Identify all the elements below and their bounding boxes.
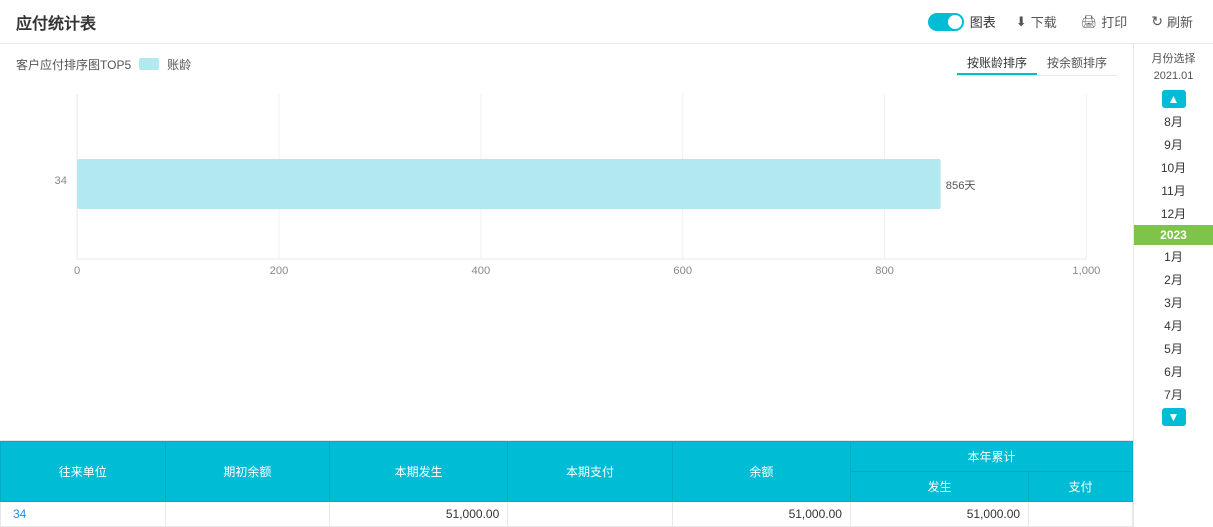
- print-button[interactable]: 打印: [1077, 10, 1132, 33]
- sort-by-age-button[interactable]: 按账龄排序: [957, 52, 1037, 75]
- month-item-12[interactable]: 12月: [1134, 202, 1213, 225]
- th-col3: 本期发生: [330, 442, 508, 502]
- page-title: 应付统计表: [16, 10, 96, 34]
- svg-text:34: 34: [55, 175, 67, 187]
- header: 应付统计表 图表 下载 打印 刷新: [0, 0, 1213, 44]
- bar-chart: 0 200 400 600 800 1,000 34: [16, 84, 1117, 304]
- legend-label: 客户应付排序图TOP5: [16, 56, 131, 73]
- cell-col6a: 51,000.00: [850, 502, 1028, 527]
- row-link[interactable]: 34: [13, 507, 26, 521]
- month-item-3[interactable]: 3月: [1134, 291, 1213, 314]
- content-area: 客户应付排序图TOP5 账龄 按账龄排序 按余额排序: [0, 44, 1213, 527]
- right-sidebar: 月份选择 2021.01 ▲ 8月 9月 10月 11月 12月 2023 1月…: [1133, 44, 1213, 527]
- svg-text:0: 0: [74, 265, 80, 277]
- cell-col4: [508, 502, 673, 527]
- month-item-1[interactable]: 1月: [1134, 245, 1213, 268]
- month-item-6[interactable]: 6月: [1134, 360, 1213, 383]
- month-item-year-2023[interactable]: 2023: [1134, 225, 1213, 245]
- svg-text:400: 400: [472, 265, 491, 277]
- svg-text:800: 800: [875, 265, 894, 277]
- download-label: 下载: [1031, 12, 1057, 31]
- table-area: 往来单位 期初余额 本期发生 本期支付 余额 本年累计 发生 支付: [0, 440, 1133, 527]
- legend-box: [139, 58, 159, 70]
- svg-text:200: 200: [270, 265, 289, 277]
- month-item-7[interactable]: 7月: [1134, 383, 1213, 406]
- th-col5: 余额: [672, 442, 850, 502]
- month-item-2[interactable]: 2月: [1134, 268, 1213, 291]
- chart-legend: 客户应付排序图TOP5 账龄: [16, 56, 191, 73]
- th-col1: 往来单位: [1, 442, 166, 502]
- sidebar-current-date: 2021.01: [1154, 70, 1194, 82]
- cell-col1: 34: [1, 502, 166, 527]
- data-table: 往来单位 期初余额 本期发生 本期支付 余额 本年累计 发生 支付: [0, 441, 1133, 527]
- table-row: 34 51,000.00 51,000.00 51,000.00: [1, 502, 1133, 527]
- refresh-label: 刷新: [1167, 12, 1193, 31]
- sort-by-balance-button[interactable]: 按余额排序: [1037, 52, 1117, 75]
- th-col4: 本期支付: [508, 442, 673, 502]
- chart-toolbar: 客户应付排序图TOP5 账龄 按账龄排序 按余额排序: [0, 44, 1133, 80]
- svg-text:856天: 856天: [946, 180, 976, 192]
- toggle-thumb: [948, 15, 962, 29]
- legend-text: 账龄: [167, 56, 191, 73]
- month-item-4[interactable]: 4月: [1134, 314, 1213, 337]
- sort-buttons: 按账龄排序 按余额排序: [957, 52, 1117, 76]
- toggle-track[interactable]: [928, 13, 964, 31]
- chart-toggle[interactable]: 图表: [928, 12, 996, 31]
- sidebar-month-label: 月份选择: [1152, 50, 1196, 66]
- month-item-11[interactable]: 11月: [1134, 179, 1213, 202]
- refresh-button[interactable]: 刷新: [1147, 10, 1197, 33]
- th-col6b: 支付: [1029, 472, 1133, 502]
- header-actions: 图表 下载 打印 刷新: [928, 10, 1197, 33]
- cell-col6b: [1029, 502, 1133, 527]
- month-item-8[interactable]: 8月: [1134, 110, 1213, 133]
- cell-col2: [165, 502, 330, 527]
- month-item-10[interactable]: 10月: [1134, 156, 1213, 179]
- month-item-9[interactable]: 9月: [1134, 133, 1213, 156]
- main-content: 客户应付排序图TOP5 账龄 按账龄排序 按余额排序: [0, 44, 1133, 527]
- svg-text:600: 600: [673, 265, 692, 277]
- sidebar-next-button[interactable]: ▼: [1162, 408, 1186, 426]
- th-col2: 期初余额: [165, 442, 330, 502]
- th-col6-group: 本年累计: [850, 442, 1132, 472]
- main-container: 应付统计表 图表 下载 打印 刷新: [0, 0, 1213, 527]
- print-label: 打印: [1101, 12, 1127, 31]
- toggle-label: 图表: [970, 12, 996, 31]
- th-col6a: 发生: [850, 472, 1028, 502]
- print-icon: [1081, 14, 1098, 30]
- download-icon: [1016, 14, 1027, 30]
- cell-col3: 51,000.00: [330, 502, 508, 527]
- cell-col5: 51,000.00: [672, 502, 850, 527]
- sidebar-prev-button[interactable]: ▲: [1162, 90, 1186, 108]
- refresh-icon: [1151, 13, 1163, 30]
- chart-area: 0 200 400 600 800 1,000 34: [0, 80, 1133, 440]
- chart-panel: 客户应付排序图TOP5 账龄 按账龄排序 按余额排序: [0, 44, 1133, 440]
- month-list: 8月 9月 10月 11月 12月 2023 1月 2月 3月 4月 5月 6月…: [1134, 110, 1213, 406]
- month-item-5[interactable]: 5月: [1134, 337, 1213, 360]
- download-button[interactable]: 下载: [1012, 10, 1061, 33]
- svg-text:1,000: 1,000: [1072, 265, 1100, 277]
